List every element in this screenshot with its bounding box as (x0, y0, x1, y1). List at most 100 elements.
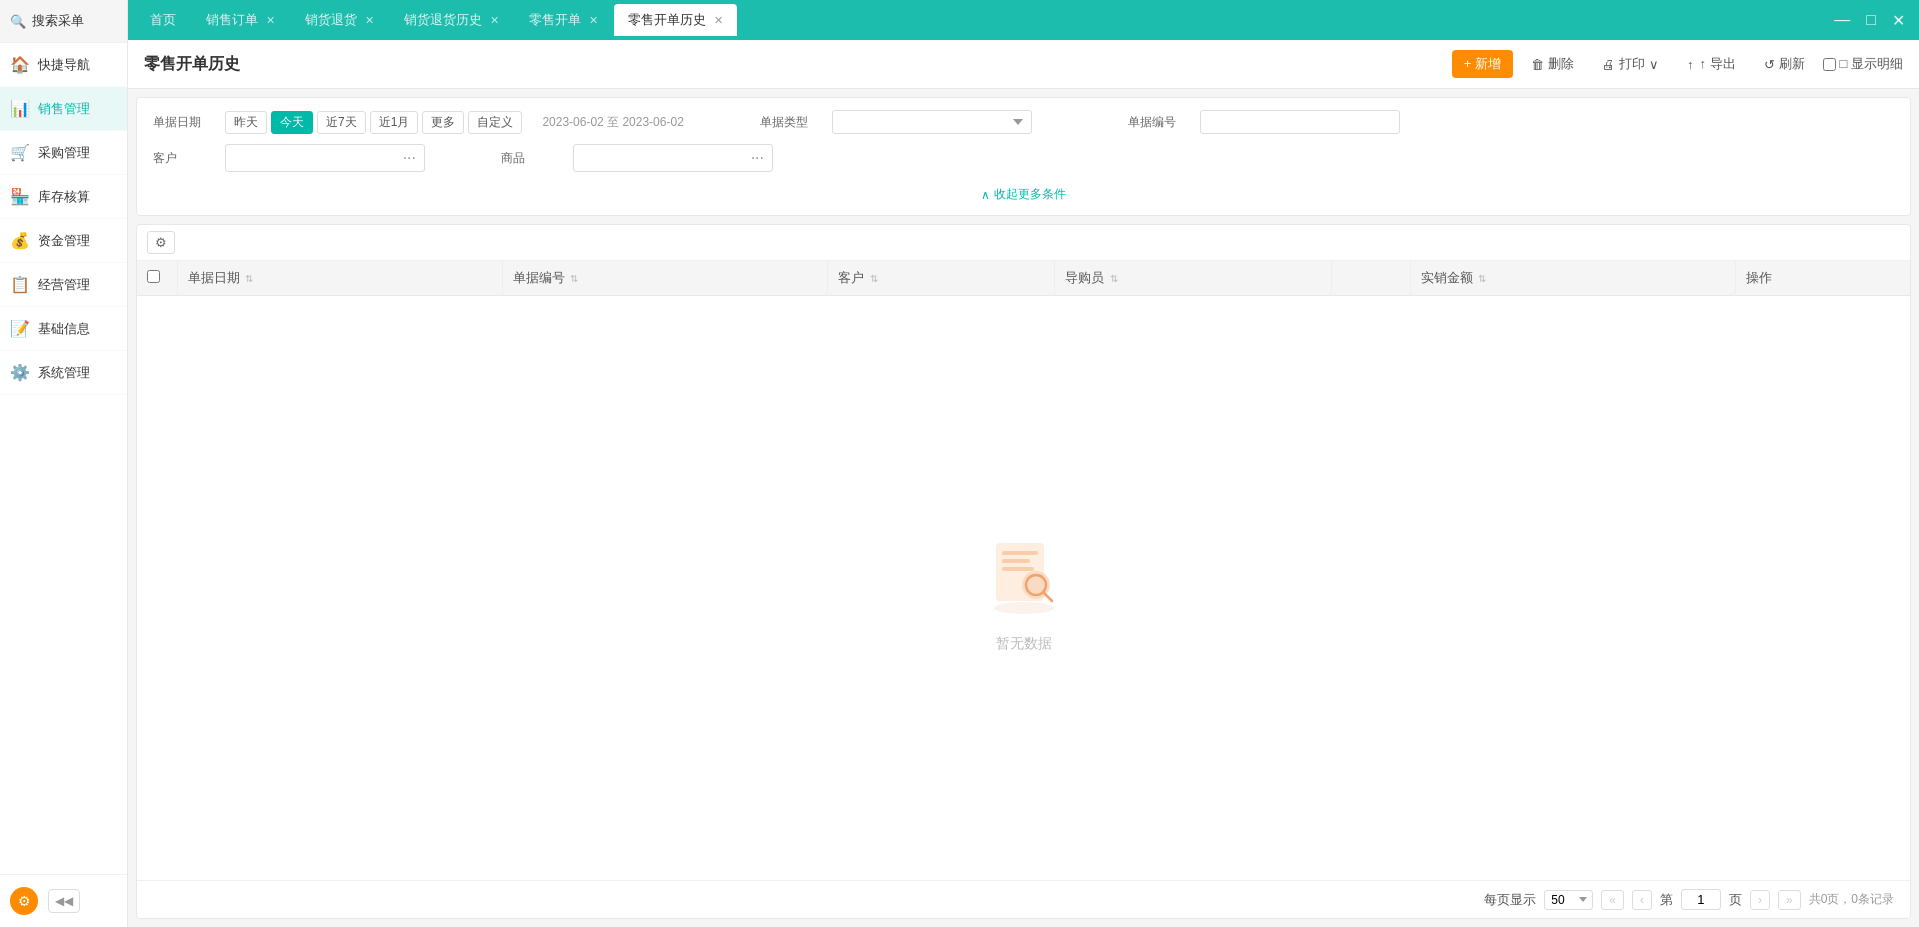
export-icon: ↑ (1687, 57, 1694, 72)
content-area: 零售开单历史 + 新增 🗑 删除 🖨 打印 ∨ ↑ ↑ 导出 ↺ 刷新 (128, 40, 1919, 927)
first-page-button[interactable]: « (1601, 890, 1624, 910)
finance-icon: 💰 (10, 231, 30, 250)
date-btn-today[interactable]: 今天 (271, 111, 313, 134)
main-area: 首页 销售订单 ✕ 销货退货 ✕ 销货退货历史 ✕ 零售开单 ✕ 零售开单历史 … (128, 0, 1919, 927)
sidebar-item-label: 采购管理 (38, 144, 90, 162)
next-page-button[interactable]: › (1750, 890, 1770, 910)
tab-sales-return[interactable]: 销货退货 ✕ (291, 4, 388, 36)
tab-sales-return-history-label: 销货退货历史 (404, 11, 482, 29)
date-btn-7days[interactable]: 近7天 (317, 111, 366, 134)
tab-retail-open-history-label: 零售开单历史 (628, 11, 706, 29)
th-customer-sort-icon[interactable]: ⇅ (870, 273, 878, 284)
goods-filter-input[interactable] (578, 151, 747, 165)
table-area: ⚙ 单据日期 ⇅ 单据编号 ⇅ (136, 224, 1911, 919)
tab-sales-order[interactable]: 销售订单 ✕ (192, 4, 289, 36)
basic-icon: 📝 (10, 319, 30, 338)
table-header: 单据日期 ⇅ 单据编号 ⇅ 客户 ⇅ 导购员 ⇅ (137, 261, 1910, 296)
tab-sales-order-close[interactable]: ✕ (266, 14, 275, 27)
per-page-select[interactable]: 50 10 20 100 (1544, 890, 1593, 910)
home-icon: 🏠 (10, 55, 30, 74)
delete-button[interactable]: 🗑 删除 (1521, 50, 1584, 78)
page-title: 零售开单历史 (144, 54, 240, 75)
tab-home[interactable]: 首页 (136, 4, 190, 36)
goods-filter-wrapper: ··· (573, 144, 773, 172)
search-icon: 🔍 (10, 14, 26, 29)
th-number-sort-icon[interactable]: ⇅ (570, 273, 578, 284)
table-settings-icon: ⚙ (155, 235, 167, 250)
th-date-sort-icon[interactable]: ⇅ (245, 273, 253, 284)
print-label: 打印 (1619, 55, 1645, 73)
th-customer: 客户 ⇅ (827, 261, 1055, 296)
sidebar-item-inventory[interactable]: 🏪 库存核算 (0, 175, 127, 219)
add-button[interactable]: + 新增 (1452, 50, 1513, 78)
tabs-right-controls: — □ ✕ (1828, 7, 1911, 34)
print-dropdown-icon: ∨ (1649, 57, 1659, 72)
settings-gear-button[interactable]: ⚙ (10, 887, 38, 915)
collapse-more-label: 收起更多条件 (994, 186, 1066, 203)
collapse-more-button[interactable]: ∧ 收起更多条件 (981, 182, 1066, 203)
tab-retail-open-close[interactable]: ✕ (589, 14, 598, 27)
display-detail-checkbox[interactable] (1823, 58, 1836, 71)
sidebar-item-finance[interactable]: 💰 资金管理 (0, 219, 127, 263)
sidebar-item-basic[interactable]: 📝 基础信息 (0, 307, 127, 351)
tab-retail-open-history-close[interactable]: ✕ (714, 14, 723, 27)
window-maximize-button[interactable]: □ (1860, 7, 1882, 33)
tab-retail-open[interactable]: 零售开单 ✕ (515, 4, 612, 36)
sidebar-search[interactable]: 🔍 搜索采单 (0, 0, 127, 43)
tab-sales-order-label: 销售订单 (206, 11, 258, 29)
prev-page-button[interactable]: ‹ (1632, 890, 1652, 910)
sidebar-item-sales[interactable]: 📊 销售管理 (0, 87, 127, 131)
date-range-text: 2023-06-02 至 2023-06-02 (542, 114, 683, 131)
customer-filter-dots-button[interactable]: ··· (399, 147, 420, 169)
window-minimize-button[interactable]: — (1828, 7, 1856, 33)
export-button[interactable]: ↑ ↑ 导出 (1677, 50, 1746, 78)
sidebar: 🔍 搜索采单 🏠 快捷导航 📊 销售管理 🛒 采购管理 🏪 库存核算 💰 资金管… (0, 0, 128, 927)
empty-illustration (974, 523, 1074, 623)
filter-area: 单据日期 昨天 今天 近7天 近1月 更多 自定义 2023-06-02 至 2… (136, 97, 1911, 216)
th-checkbox (137, 261, 177, 296)
date-btn-custom[interactable]: 自定义 (468, 111, 522, 134)
tab-sales-return-history[interactable]: 销货退货历史 ✕ (390, 4, 513, 36)
delete-label: 删除 (1548, 55, 1574, 73)
sidebar-item-label: 系统管理 (38, 364, 90, 382)
date-btn-more[interactable]: 更多 (422, 111, 464, 134)
operations-icon: 📋 (10, 275, 30, 294)
customer-filter-input[interactable] (230, 151, 399, 165)
goods-filter-dots-button[interactable]: ··· (747, 147, 768, 169)
number-filter-input[interactable] (1200, 110, 1400, 134)
select-all-checkbox[interactable] (147, 270, 160, 283)
date-btn-yesterday[interactable]: 昨天 (225, 111, 267, 134)
svg-line-7 (1044, 593, 1052, 601)
svg-rect-3 (1002, 559, 1030, 563)
sidebar-item-label: 快捷导航 (38, 56, 90, 74)
last-page-button[interactable]: » (1778, 890, 1801, 910)
table-settings-button[interactable]: ⚙ (147, 231, 175, 254)
print-button[interactable]: 🖨 打印 ∨ (1592, 50, 1669, 78)
sidebar-collapse-button[interactable]: ◀◀ (48, 889, 80, 913)
sidebar-footer: ⚙ ◀◀ (0, 874, 127, 927)
sidebar-item-purchase[interactable]: 🛒 采购管理 (0, 131, 127, 175)
tab-sales-return-label: 销货退货 (305, 11, 357, 29)
tab-retail-open-history[interactable]: 零售开单历史 ✕ (614, 4, 737, 36)
window-close-button[interactable]: ✕ (1886, 7, 1911, 34)
th-amount-sort-icon[interactable]: ⇅ (1478, 273, 1486, 284)
sidebar-item-quick-nav[interactable]: 🏠 快捷导航 (0, 43, 127, 87)
page-label: 第 (1660, 891, 1673, 909)
sidebar-item-label: 销售管理 (38, 100, 90, 118)
type-filter-select[interactable] (832, 110, 1032, 134)
date-filter-buttons: 昨天 今天 近7天 近1月 更多 自定义 (225, 111, 522, 134)
sidebar-item-system[interactable]: ⚙️ 系统管理 (0, 351, 127, 395)
refresh-button[interactable]: ↺ 刷新 (1754, 50, 1815, 78)
sidebar-item-operations[interactable]: 📋 经营管理 (0, 263, 127, 307)
th-salesperson-sort-icon[interactable]: ⇅ (1110, 273, 1118, 284)
system-icon: ⚙️ (10, 363, 30, 382)
display-detail-label[interactable]: □ 显示明细 (1823, 55, 1903, 73)
type-filter-wrapper (832, 110, 1072, 134)
svg-rect-2 (1002, 551, 1038, 555)
tab-sales-return-close[interactable]: ✕ (365, 14, 374, 27)
page-number-input[interactable] (1681, 889, 1721, 910)
per-page-label: 每页显示 (1484, 891, 1536, 909)
date-btn-1month[interactable]: 近1月 (370, 111, 419, 134)
th-customer-label: 客户 (838, 270, 864, 285)
tab-sales-return-history-close[interactable]: ✕ (490, 14, 499, 27)
